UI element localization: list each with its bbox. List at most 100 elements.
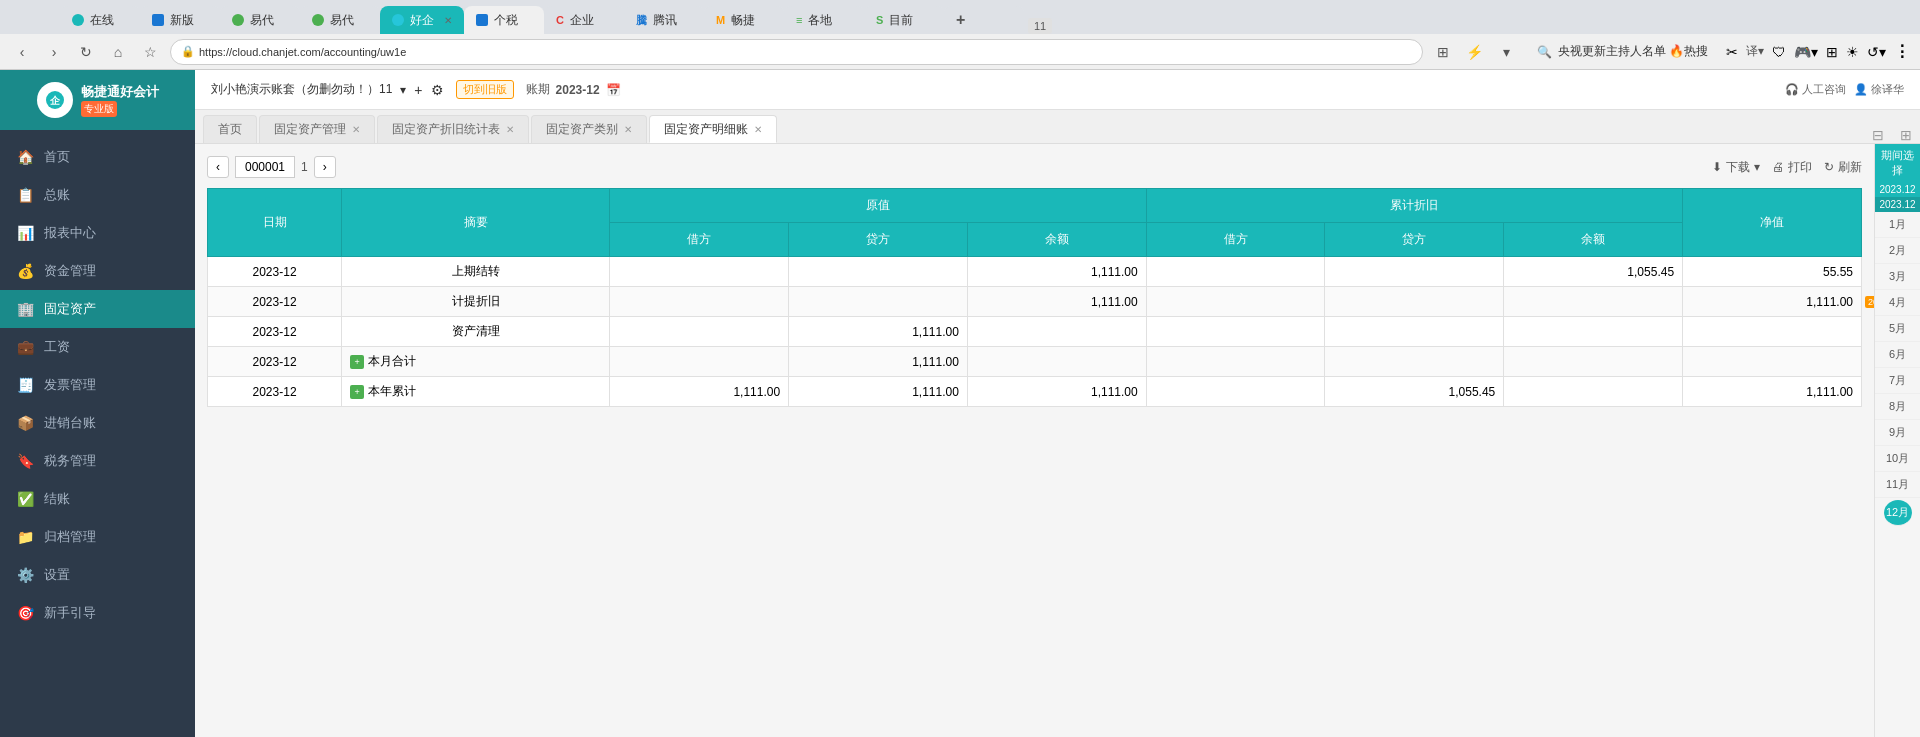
- period-month-1[interactable]: 1月: [1875, 212, 1920, 238]
- tab-asset-category[interactable]: 固定资产类别 ✕: [531, 115, 647, 143]
- home-nav-icon: 🏠: [16, 148, 34, 166]
- address-bar[interactable]: 🔒 https://cloud.chanjet.com/accounting/u…: [170, 39, 1423, 65]
- sidebar-item-home[interactable]: 🏠 首页: [0, 138, 195, 176]
- close-tab-category-icon[interactable]: ✕: [624, 124, 632, 135]
- close-tab-depreciation-icon[interactable]: ✕: [506, 124, 514, 135]
- search-text[interactable]: 央视更新主持人名单 🔥热搜: [1558, 43, 1708, 60]
- period-month-11[interactable]: 11月: [1875, 472, 1920, 498]
- period-month-4[interactable]: 4月: [1875, 290, 1920, 316]
- browser-tab-muqian[interactable]: S 目前: [864, 6, 944, 34]
- browser-tab-geshui[interactable]: 个税: [464, 6, 544, 34]
- cell-orig-balance-4: [967, 347, 1146, 377]
- bookmark-btn[interactable]: ☆: [138, 40, 162, 64]
- period-month-5[interactable]: 5月: [1875, 316, 1920, 342]
- prev-page-btn[interactable]: ‹: [207, 156, 229, 178]
- maximize-btn[interactable]: ⊞: [1892, 127, 1920, 143]
- archive-nav-icon: 📁: [16, 528, 34, 546]
- tab-depreciation-stats[interactable]: 固定资产折旧统计表 ✕: [377, 115, 529, 143]
- sun-icon[interactable]: ☀: [1846, 44, 1859, 60]
- sidebar-item-invoice[interactable]: 🧾 发票管理: [0, 366, 195, 404]
- sidebar-logo: 企 畅捷通好会计 专业版: [0, 70, 195, 130]
- tab-asset-detail-ledger[interactable]: 固定资产明细账 ✕: [649, 115, 777, 143]
- add-account-btn[interactable]: +: [414, 82, 422, 98]
- sidebar-item-closing[interactable]: ✅ 结账: [0, 480, 195, 518]
- calendar-icon[interactable]: 📅: [606, 83, 621, 97]
- dropdown-btn[interactable]: ▾: [1495, 40, 1519, 64]
- period-month-12[interactable]: 12月: [1884, 500, 1912, 526]
- close-tab-detail-icon[interactable]: ✕: [754, 124, 762, 135]
- cell-orig-debit-1: [610, 257, 789, 287]
- cell-accum-balance-2: [1504, 287, 1683, 317]
- translate-icon[interactable]: 译▾: [1746, 43, 1764, 60]
- more-icon[interactable]: ⋮: [1894, 42, 1910, 61]
- browser-tab-yidai1[interactable]: 易代: [220, 6, 300, 34]
- period-date-1: 2023.12: [1875, 182, 1920, 197]
- period-month-9[interactable]: 9月: [1875, 420, 1920, 446]
- page-number-input[interactable]: [235, 156, 295, 178]
- period-panel-header: 期间选择: [1875, 144, 1920, 182]
- summary-icon-5: +: [350, 385, 364, 399]
- period-month-3[interactable]: 3月: [1875, 264, 1920, 290]
- sidebar-item-settings[interactable]: ⚙️ 设置: [0, 556, 195, 594]
- sidebar-item-salary[interactable]: 💼 工资: [0, 328, 195, 366]
- browser-tab-online[interactable]: 在线: [60, 6, 140, 34]
- cell-net-5: 1,111.00: [1683, 377, 1862, 407]
- app-container: 企 畅捷通好会计 专业版 🏠 首页 📋 总账 📊 报表中心: [0, 70, 1920, 737]
- period-month-10[interactable]: 10月: [1875, 446, 1920, 472]
- settings-btn[interactable]: ⚙: [431, 82, 444, 98]
- tabs-bar: 首页 固定资产管理 ✕ 固定资产折旧统计表 ✕ 固定资产类别 ✕ 固定资产明细账…: [195, 110, 1920, 144]
- grid-icon[interactable]: ⊞: [1826, 44, 1838, 60]
- cell-accum-balance-3: [1504, 317, 1683, 347]
- browser-tab-changjie[interactable]: M 畅捷: [704, 6, 784, 34]
- home-btn[interactable]: ⌂: [106, 40, 130, 64]
- sidebar-item-purchase[interactable]: 📦 进销台账: [0, 404, 195, 442]
- browser-tab-new[interactable]: 新版: [140, 6, 220, 34]
- reload-btn[interactable]: ↻: [74, 40, 98, 64]
- dropdown-arrow-icon[interactable]: ▾: [400, 83, 406, 97]
- switch-version-btn[interactable]: 切到旧版: [456, 80, 514, 99]
- sidebar-item-guide[interactable]: 🎯 新手引导: [0, 594, 195, 632]
- browser-tab-haoqi[interactable]: 好企 ✕: [380, 6, 464, 34]
- tab-fixed-assets-mgmt-label: 固定资产管理: [274, 121, 346, 138]
- browser-menu-btn[interactable]: ⊞: [1431, 40, 1455, 64]
- browser-tab-gedi[interactable]: ≡ 各地: [784, 6, 864, 34]
- user-avatar-btn[interactable]: 👤 徐译华: [1854, 82, 1904, 97]
- tab-fixed-assets-mgmt[interactable]: 固定资产管理 ✕: [259, 115, 375, 143]
- download-btn[interactable]: ⬇ 下载 ▾: [1712, 159, 1760, 176]
- minimize-btn[interactable]: ⊟: [1864, 127, 1892, 143]
- cell-orig-debit-2: [610, 287, 789, 317]
- next-page-btn[interactable]: ›: [314, 156, 336, 178]
- browser-tab-yidai2[interactable]: 易代: [300, 6, 380, 34]
- history-icon[interactable]: ↺▾: [1867, 44, 1886, 60]
- tab-home[interactable]: 首页: [203, 115, 257, 143]
- refresh-label: 刷新: [1838, 159, 1862, 176]
- cell-accum-debit-1: [1146, 257, 1325, 287]
- lightning-btn[interactable]: ⚡: [1463, 40, 1487, 64]
- browser-tab-tencent[interactable]: 騰 腾讯: [624, 6, 704, 34]
- customer-service-btn[interactable]: 🎧 人工咨询: [1785, 82, 1846, 97]
- ledger-nav-label: 总账: [44, 186, 70, 204]
- period-month-8[interactable]: 8月: [1875, 394, 1920, 420]
- period-month-2[interactable]: 2月: [1875, 238, 1920, 264]
- refresh-btn[interactable]: ↻ 刷新: [1824, 159, 1862, 176]
- period-date-2: 2023.12: [1875, 197, 1920, 212]
- period-month-7[interactable]: 7月: [1875, 368, 1920, 394]
- cell-summary-4: + 本月合计: [342, 347, 610, 377]
- sidebar-item-archive[interactable]: 📁 归档管理: [0, 518, 195, 556]
- sidebar-item-funds[interactable]: 💰 资金管理: [0, 252, 195, 290]
- sidebar-item-reports[interactable]: 📊 报表中心: [0, 214, 195, 252]
- tab-close-haoqi[interactable]: ✕: [444, 15, 452, 26]
- forward-btn[interactable]: ›: [42, 40, 66, 64]
- sidebar-item-fixed-assets[interactable]: 🏢 固定资产: [0, 290, 195, 328]
- close-tab-assets-mgmt-icon[interactable]: ✕: [352, 124, 360, 135]
- period-month-6[interactable]: 6月: [1875, 342, 1920, 368]
- settings-nav-icon: ⚙️: [16, 566, 34, 584]
- back-btn[interactable]: ‹: [10, 40, 34, 64]
- new-tab-btn[interactable]: +: [944, 6, 1024, 34]
- sidebar-item-tax[interactable]: 🔖 税务管理: [0, 442, 195, 480]
- col-accum-balance: 余额: [1504, 223, 1683, 257]
- sidebar-item-ledger[interactable]: 📋 总账: [0, 176, 195, 214]
- col-orig-balance: 余额: [967, 223, 1146, 257]
- browser-tab-qiye[interactable]: C 企业: [544, 6, 624, 34]
- print-btn[interactable]: 🖨 打印: [1772, 159, 1812, 176]
